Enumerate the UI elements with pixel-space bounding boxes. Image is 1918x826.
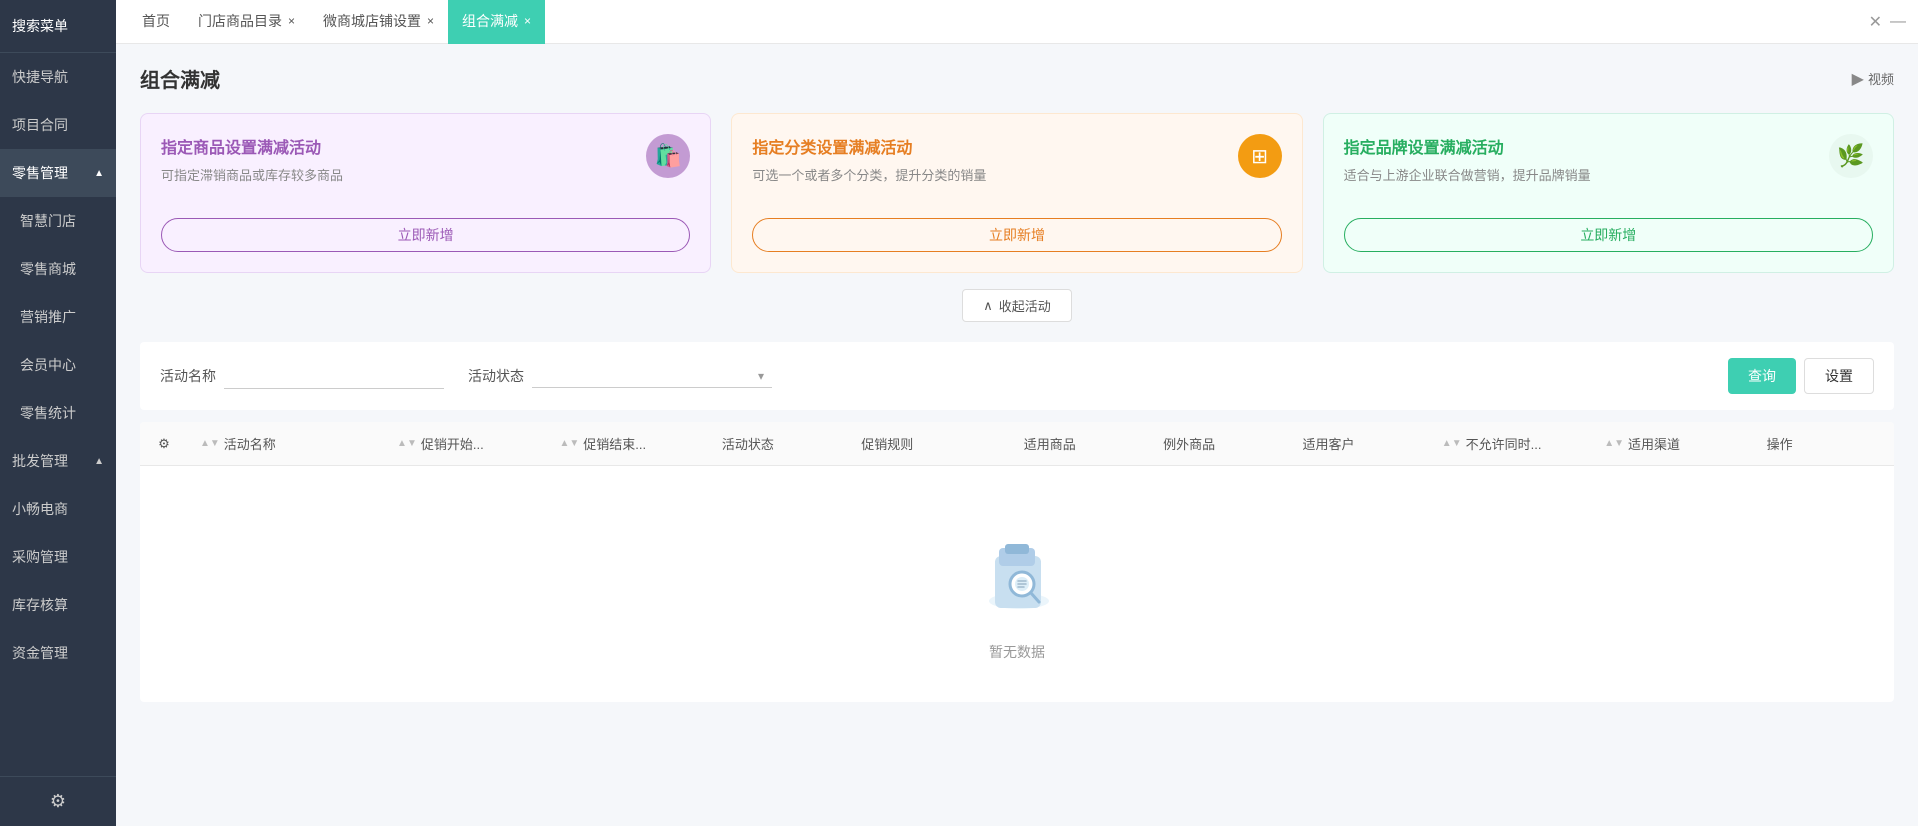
sidebar-item-finance[interactable]: 资金管理 [0,629,116,677]
tab-store-catalog[interactable]: 门店商品目录 × [184,0,309,44]
brand-card-title: 指定品牌设置满减活动 [1344,134,1873,158]
collapse-label: 收起活动 [999,296,1051,315]
sidebar-item-retail-mall[interactable]: 零售商城 [0,245,116,293]
window-close-btn[interactable]: ✕ [1869,12,1882,32]
category-card-desc: 可选一个或者多个分类，提升分类的销量 [752,166,1281,202]
brand-card-desc: 适合与上游企业联合做营销，提升品牌销量 [1344,166,1873,202]
goods-add-btn[interactable]: 立即新增 [161,218,690,252]
sort-name-icon[interactable]: ▲▼ [200,439,220,449]
collapse-icon: ∧ [983,298,993,314]
empty-text: 暂无数据 [989,642,1045,662]
sidebar-item-retail-stats[interactable]: 零售统计 [0,389,116,437]
main-area: 首页 门店商品目录 × 微商城店铺设置 × 组合满减 × ✕ — 组合满减 ▶ … [116,0,1918,826]
brand-add-btn[interactable]: 立即新增 [1344,218,1873,252]
th-customer: 适用客户 [1290,434,1429,453]
window-minimize-btn[interactable]: — [1890,13,1906,31]
query-btn[interactable]: 查询 [1728,358,1796,394]
collapse-activities-btn[interactable]: ∧ 收起活动 [962,289,1072,322]
status-select[interactable]: ▾ [532,365,772,388]
tab-combo-discount[interactable]: 组合满减 × [448,0,545,44]
search-name-field: 活动名称 [160,364,444,389]
tab-store-catalog-close[interactable]: × [288,14,295,28]
sort-end-icon[interactable]: ▲▼ [559,439,579,449]
collapse-row: ∧ 收起活动 [140,289,1894,322]
th-status: 活动状态 [710,434,849,453]
tab-mini-store-close[interactable]: × [427,14,434,28]
tab-mini-store-settings[interactable]: 微商城店铺设置 × [309,0,448,44]
category-activity-card: 指定分类设置满减活动 ⊞ 可选一个或者多个分类，提升分类的销量 立即新增 [731,113,1302,273]
select-arrow-icon: ▾ [758,369,764,383]
sidebar-item-inventory[interactable]: 库存核算 [0,581,116,629]
sidebar-item-marketing[interactable]: 营销推广 [0,293,116,341]
goods-card-icon: 🛍️ [646,134,690,178]
search-actions: 查询 设置 [1728,358,1874,394]
sidebar: 搜索菜单 快捷导航 项目合同 零售管理 ▲ 智慧门店 零售商城 营销推广 会员中… [0,0,116,826]
page-header: 组合满减 ▶ 视频 [140,64,1894,93]
brand-activity-card: 指定品牌设置满减活动 🌿 适合与上游企业联合做营销，提升品牌销量 立即新增 [1323,113,1894,273]
window-controls: ✕ — [1869,12,1906,32]
sidebar-bottom: ⚙ [0,776,116,826]
sidebar-item-xiaochang[interactable]: 小畅电商 [0,485,116,533]
th-action: 操作 [1755,434,1894,453]
th-end: ▲▼ 促销结束... [547,434,709,453]
empty-state: 暂无数据 [140,466,1894,702]
search-name-input[interactable] [224,364,444,389]
retail-mgmt-arrow: ▲ [94,168,104,179]
th-gear[interactable]: ⚙ [140,436,188,452]
th-goods: 适用商品 [1012,434,1151,453]
category-card-icon: ⊞ [1238,134,1282,178]
goods-card-title: 指定商品设置满减活动 [161,134,690,158]
search-status-label: 活动状态 [468,366,524,386]
brand-card-icon: 🌿 [1829,134,1873,178]
search-name-label: 活动名称 [160,366,216,386]
search-status-field: 活动状态 ▾ [468,365,1704,388]
category-add-btn[interactable]: 立即新增 [752,218,1281,252]
tab-home[interactable]: 首页 [128,0,184,44]
play-icon: ▶ [1852,69,1864,89]
empty-state-icon [967,526,1067,626]
settings-icon[interactable]: ⚙ [50,791,66,812]
sidebar-item-wholesale-mgmt[interactable]: 批发管理 ▲ [0,437,116,485]
goods-activity-card: 指定商品设置满减活动 🛍️ 可指定滞销商品或库存较多商品 立即新增 [140,113,711,273]
tab-bar: 首页 门店商品目录 × 微商城店铺设置 × 组合满减 × ✕ — [116,0,1918,44]
content-area: 组合满减 ▶ 视频 指定商品设置满减活动 🛍️ 可指定滞销商品或库存较多商品 立… [116,44,1918,826]
th-start: ▲▼ 促销开始... [385,434,547,453]
table-header: ⚙ ▲▼ 活动名称 ▲▼ 促销开始... ▲▼ 促销结束... 活动状态 促销 [140,422,1894,466]
th-channel: ▲▼ 适用渠道 [1592,434,1754,453]
sidebar-item-quick-nav[interactable]: 快捷导航 [0,53,116,101]
data-table: ⚙ ▲▼ 活动名称 ▲▼ 促销开始... ▲▼ 促销结束... 活动状态 促销 [140,422,1894,702]
sort-start-icon[interactable]: ▲▼ [397,439,417,449]
th-name: ▲▼ 活动名称 [188,434,385,453]
sidebar-item-member-center[interactable]: 会员中心 [0,341,116,389]
search-bar: 活动名称 活动状态 ▾ 查询 设置 [140,342,1894,410]
sort-channel-icon[interactable]: ▲▼ [1604,439,1624,449]
category-card-title: 指定分类设置满减活动 [752,134,1281,158]
video-link[interactable]: ▶ 视频 [1852,69,1894,89]
sidebar-item-purchase-mgmt[interactable]: 采购管理 [0,533,116,581]
th-rule: 促销规则 [849,434,1011,453]
goods-card-desc: 可指定滞销商品或库存较多商品 [161,166,690,202]
activity-cards: 指定商品设置满减活动 🛍️ 可指定滞销商品或库存较多商品 立即新增 指定分类设置… [140,113,1894,273]
sidebar-item-project-contract[interactable]: 项目合同 [0,101,116,149]
sort-noallow-icon[interactable]: ▲▼ [1442,439,1462,449]
settings-btn[interactable]: 设置 [1804,358,1874,394]
page-title: 组合满减 [140,64,220,93]
sidebar-item-retail-mgmt[interactable]: 零售管理 ▲ [0,149,116,197]
tab-combo-discount-close[interactable]: × [524,14,531,28]
th-noallow: ▲▼ 不允许同时... [1430,434,1592,453]
sidebar-item-smart-store[interactable]: 智慧门店 [0,197,116,245]
wholesale-arrow: ▲ [94,456,104,467]
th-exception: 例外商品 [1151,434,1290,453]
sidebar-search[interactable]: 搜索菜单 [0,0,116,53]
